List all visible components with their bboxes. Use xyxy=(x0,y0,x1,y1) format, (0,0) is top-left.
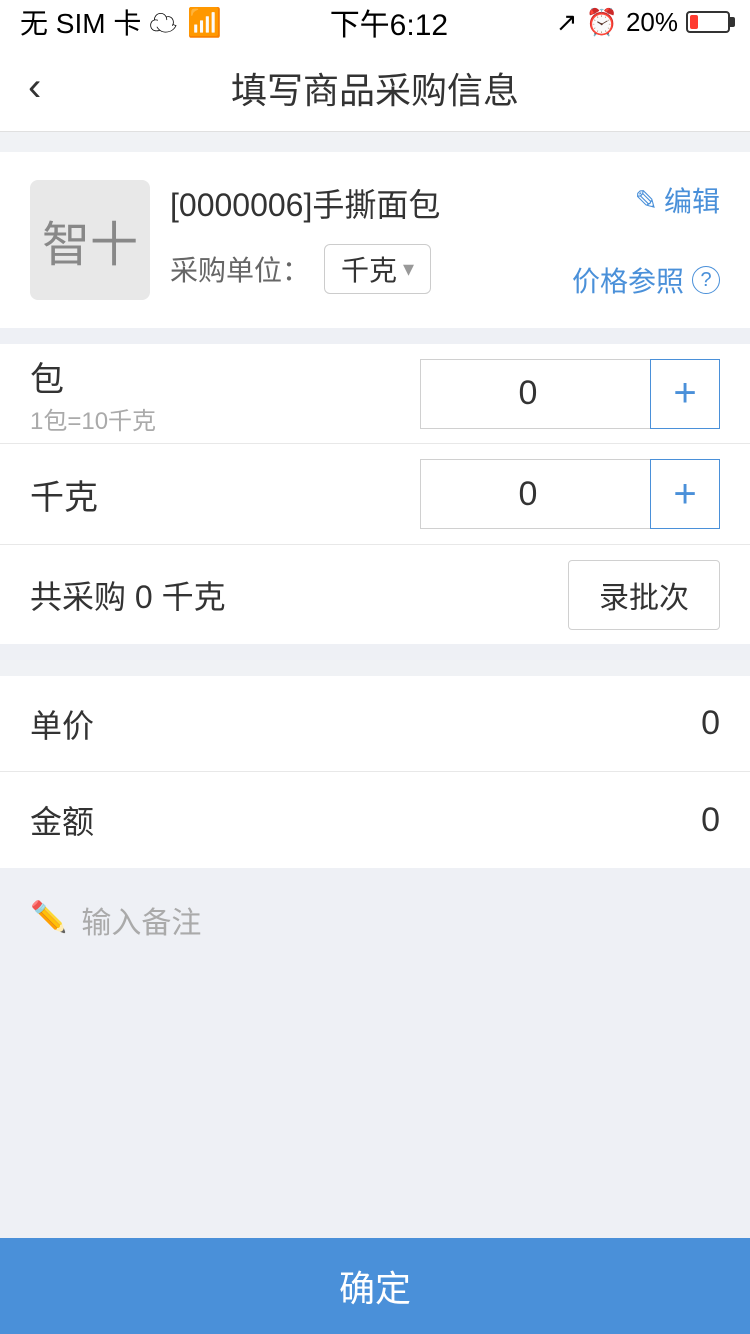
bao-label-main: 包 xyxy=(30,352,420,401)
product-logo: 智十 xyxy=(42,205,138,275)
product-thumbnail: 智十 xyxy=(30,180,150,300)
price-section: 单价 0 金额 0 xyxy=(0,676,750,868)
total-number: 0 xyxy=(135,579,153,615)
total-unit-text: 千克 xyxy=(162,579,226,615)
section-divider-1 xyxy=(0,328,750,344)
bao-input-right: + xyxy=(420,359,720,429)
bao-label-sub: 1包=10千克 xyxy=(30,401,420,436)
bao-plus-button[interactable]: + xyxy=(650,359,720,429)
unit-price-row: 单价 0 xyxy=(0,676,750,772)
price-ref-label: 价格参照 xyxy=(572,260,684,300)
status-bar: 无 SIM 卡 ☁ 📶 下午6:12 ↗ ⏰ 20% xyxy=(0,0,750,44)
back-button[interactable]: ‹ xyxy=(28,65,41,110)
wifi-icon: 📶 xyxy=(187,6,222,39)
kg-label-group: 千克 xyxy=(30,470,420,519)
batch-button[interactable]: 录批次 xyxy=(568,560,720,630)
info-icon: ? xyxy=(692,266,720,294)
edit-icon: ✎ xyxy=(635,184,658,217)
no-sim-text: 无 SIM 卡 ☁ xyxy=(20,2,177,42)
edit-label: 编辑 xyxy=(664,180,720,220)
kg-quantity-input[interactable] xyxy=(420,459,650,529)
unit-price-value: 0 xyxy=(701,704,720,743)
unit-select[interactable]: 千克 ▾ xyxy=(324,244,431,294)
chevron-down-icon: ▾ xyxy=(403,256,414,282)
battery-percent: 20% xyxy=(626,7,678,38)
status-right: ↗ ⏰ 20% xyxy=(556,7,730,38)
bao-label-group: 包 1包=10千克 xyxy=(30,352,420,436)
location-icon: ↗ xyxy=(556,7,578,38)
remark-placeholder: 输入备注 xyxy=(81,898,201,942)
remark-section[interactable]: ✏️ 输入备注 xyxy=(0,868,750,988)
amount-row: 金额 0 xyxy=(0,772,750,868)
kg-input-row: 千克 + xyxy=(0,444,750,544)
battery-fill xyxy=(690,15,698,29)
edit-button[interactable]: ✎ 编辑 xyxy=(635,180,720,220)
section-divider-2 xyxy=(0,644,750,660)
unit-label: 采购单位： xyxy=(170,249,310,289)
status-time: 下午6:12 xyxy=(330,0,448,44)
total-label: 共采购 xyxy=(30,579,126,615)
confirm-button[interactable]: 确定 xyxy=(0,1238,750,1334)
amount-label: 金额 xyxy=(30,797,94,843)
bao-input-row: 包 1包=10千克 + xyxy=(0,344,750,444)
kg-plus-button[interactable]: + xyxy=(650,459,720,529)
input-section: 包 1包=10千克 + 千克 + xyxy=(0,344,750,544)
page-title: 填写商品采购信息 xyxy=(231,62,519,114)
total-text: 共采购 0 千克 xyxy=(30,572,226,618)
bao-quantity-input[interactable] xyxy=(420,359,650,429)
amount-value: 0 xyxy=(701,801,720,840)
price-ref-button[interactable]: 价格参照 ? xyxy=(572,260,720,300)
battery-icon xyxy=(686,11,730,33)
unit-select-text: 千克 xyxy=(341,249,397,289)
total-row: 共采购 0 千克 录批次 xyxy=(0,544,750,644)
kg-label-main: 千克 xyxy=(30,470,420,519)
product-card: 智十 [0000006]手撕面包 采购单位： 千克 ▾ ✎ 编辑 价格参照 ? xyxy=(0,152,750,328)
pencil-icon: ✏️ xyxy=(30,900,67,935)
alarm-icon: ⏰ xyxy=(586,7,618,38)
nav-bar: ‹ 填写商品采购信息 xyxy=(0,44,750,132)
unit-price-label: 单价 xyxy=(30,701,94,747)
kg-input-right: + xyxy=(420,459,720,529)
status-left: 无 SIM 卡 ☁ 📶 xyxy=(20,2,222,42)
